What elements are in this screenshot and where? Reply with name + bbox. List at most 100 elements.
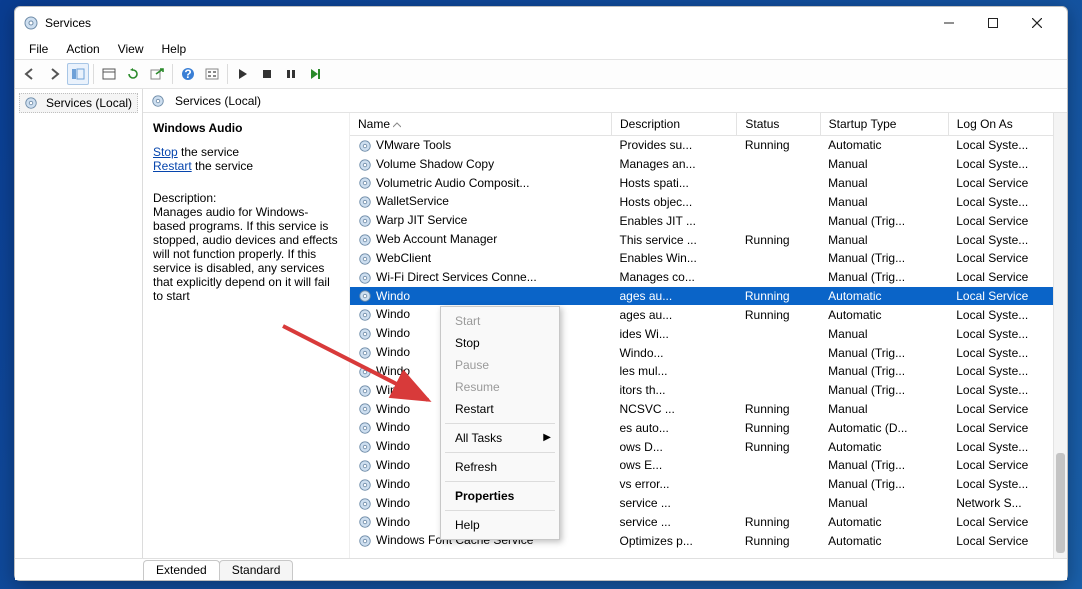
service-startup: Manual — [820, 192, 948, 211]
service-row[interactable]: Wi-Fi Direct Services Conne...Manages co… — [350, 268, 1067, 287]
tab-standard[interactable]: Standard — [219, 560, 294, 580]
maximize-button[interactable] — [971, 9, 1015, 37]
gear-icon — [358, 271, 372, 285]
service-desc: Enables JIT ... — [611, 211, 736, 230]
large-icons-button[interactable] — [201, 63, 223, 85]
service-status — [737, 324, 820, 343]
properties-button[interactable] — [98, 63, 120, 85]
ctx-help[interactable]: Help — [441, 514, 559, 536]
view-tabs: Extended Standard — [15, 558, 1067, 580]
refresh-button[interactable] — [122, 63, 144, 85]
ctx-all-tasks[interactable]: All Tasks▶ — [441, 427, 559, 449]
restart-service-link[interactable]: Restart — [153, 159, 192, 173]
menu-bar: File Action View Help — [15, 39, 1067, 59]
gear-icon — [358, 459, 372, 473]
gear-icon — [151, 94, 165, 108]
gear-icon — [358, 346, 372, 360]
menu-action[interactable]: Action — [58, 40, 107, 58]
service-startup: Manual (Trig... — [820, 211, 948, 230]
stop-service-button[interactable] — [256, 63, 278, 85]
service-logon: Local Syste... — [948, 155, 1066, 174]
pause-service-button[interactable] — [280, 63, 302, 85]
back-button[interactable] — [19, 63, 41, 85]
service-row[interactable]: Volumetric Audio Composit...Hosts spati.… — [350, 174, 1067, 193]
service-desc: vs error... — [611, 475, 736, 494]
service-status — [737, 494, 820, 513]
service-startup: Automatic — [820, 287, 948, 306]
service-desc: ows E... — [611, 456, 736, 475]
restart-service-button[interactable] — [304, 63, 326, 85]
service-desc: itors th... — [611, 381, 736, 400]
service-logon: Local Service — [948, 211, 1066, 230]
service-row[interactable]: Windoages au...RunningAutomaticLocal Ser… — [350, 287, 1067, 306]
col-description[interactable]: Description — [611, 113, 736, 136]
service-status — [737, 211, 820, 230]
gear-icon — [358, 214, 372, 228]
forward-button[interactable] — [43, 63, 65, 85]
service-name: Windo — [376, 477, 410, 491]
service-desc: Hosts spati... — [611, 174, 736, 193]
service-description: Manages audio for Windows-based programs… — [153, 205, 339, 303]
service-logon: Local Syste... — [948, 437, 1066, 456]
col-startup-type[interactable]: Startup Type — [820, 113, 948, 136]
ctx-stop[interactable]: Stop — [441, 332, 559, 354]
service-startup: Manual (Trig... — [820, 343, 948, 362]
service-desc: Hosts objec... — [611, 192, 736, 211]
col-name[interactable]: Name — [350, 113, 611, 136]
service-row[interactable]: WalletServiceHosts objec...ManualLocal S… — [350, 192, 1067, 211]
scrollbar[interactable] — [1053, 113, 1067, 558]
console-tree: Services (Local) — [15, 89, 143, 558]
ctx-restart[interactable]: Restart — [441, 398, 559, 420]
tree-node-services-local[interactable]: Services (Local) — [19, 93, 138, 113]
service-startup: Manual — [820, 324, 948, 343]
ctx-refresh[interactable]: Refresh — [441, 456, 559, 478]
minimize-button[interactable] — [927, 9, 971, 37]
service-logon: Local Service — [948, 456, 1066, 475]
gear-icon — [358, 402, 372, 416]
service-status: Running — [737, 305, 820, 324]
service-name: Windo — [376, 515, 410, 529]
col-status[interactable]: Status — [737, 113, 820, 136]
stop-service-link[interactable]: Stop — [153, 145, 178, 159]
help-button[interactable]: ? — [177, 63, 199, 85]
gear-icon — [358, 308, 372, 322]
service-row[interactable]: VMware ToolsProvides su...RunningAutomat… — [350, 136, 1067, 155]
context-menu: Start Stop Pause Resume Restart All Task… — [440, 306, 560, 540]
ctx-pause: Pause — [441, 354, 559, 376]
gear-icon — [358, 384, 372, 398]
title-bar[interactable]: Services — [15, 7, 1067, 39]
menu-file[interactable]: File — [21, 40, 56, 58]
start-service-button[interactable] — [232, 63, 254, 85]
service-startup: Automatic — [820, 136, 948, 155]
scrollbar-thumb[interactable] — [1056, 453, 1065, 553]
service-row[interactable]: Web Account ManagerThis service ...Runni… — [350, 230, 1067, 249]
service-logon: Local Service — [948, 531, 1066, 550]
service-logon: Local Service — [948, 513, 1066, 532]
service-startup: Automatic — [820, 437, 948, 456]
service-row[interactable]: Warp JIT ServiceEnables JIT ...Manual (T… — [350, 211, 1067, 230]
service-row[interactable]: WebClientEnables Win...Manual (Trig...Lo… — [350, 249, 1067, 268]
tab-extended[interactable]: Extended — [143, 560, 220, 580]
service-desc: Manages co... — [611, 268, 736, 287]
service-status: Running — [737, 437, 820, 456]
service-startup: Automatic — [820, 513, 948, 532]
service-row[interactable]: Volume Shadow CopyManages an...ManualLoc… — [350, 155, 1067, 174]
show-hide-tree-button[interactable] — [67, 63, 89, 85]
ctx-properties[interactable]: Properties — [441, 485, 559, 507]
col-log-on-as[interactable]: Log On As — [948, 113, 1066, 136]
service-desc: service ... — [611, 513, 736, 532]
service-status — [737, 174, 820, 193]
service-status: Running — [737, 136, 820, 155]
close-button[interactable] — [1015, 9, 1059, 37]
service-status: Running — [737, 531, 820, 550]
menu-help[interactable]: Help — [154, 40, 195, 58]
sort-asc-icon — [393, 122, 401, 128]
service-startup: Manual (Trig... — [820, 249, 948, 268]
service-desc: Windo... — [611, 343, 736, 362]
menu-view[interactable]: View — [110, 40, 152, 58]
service-startup: Manual (Trig... — [820, 456, 948, 475]
service-name: Windo — [376, 326, 410, 340]
export-list-button[interactable] — [146, 63, 168, 85]
gear-icon — [358, 497, 372, 511]
gear-icon — [358, 421, 372, 435]
